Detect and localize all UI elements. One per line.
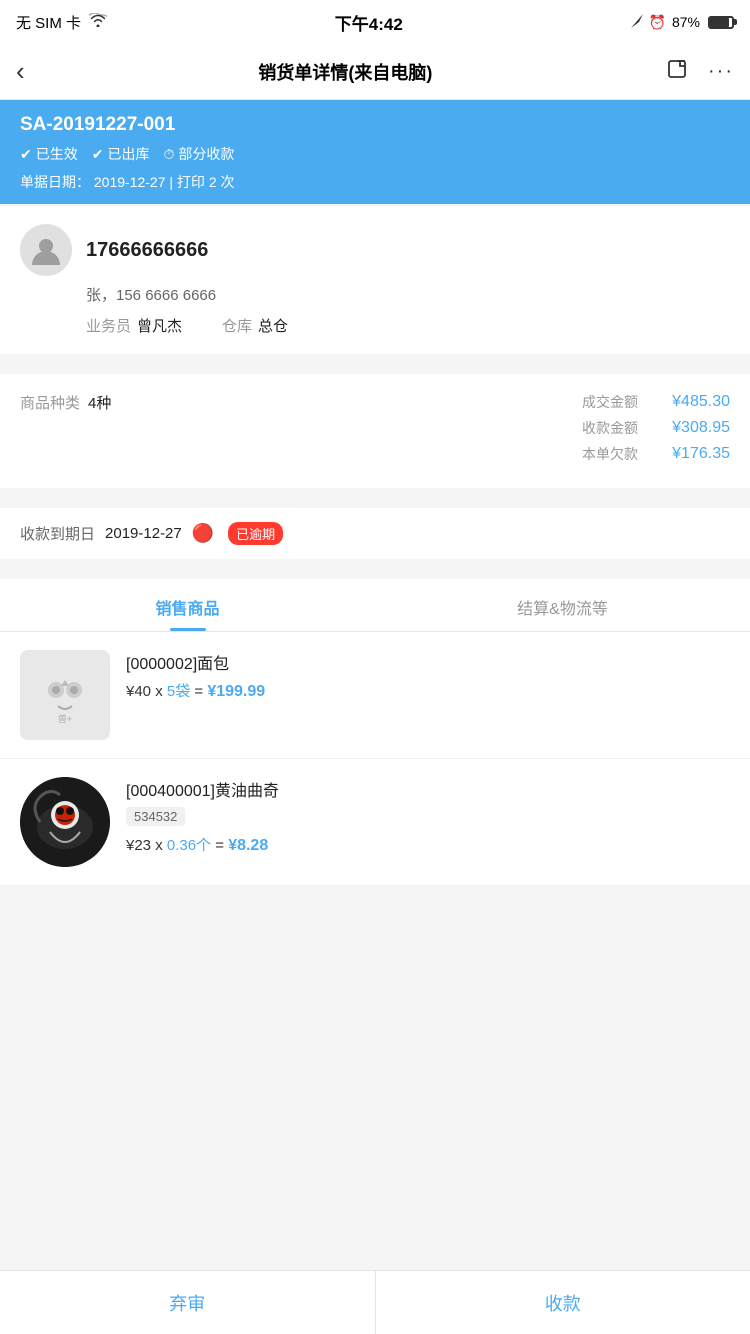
svg-text:兽+: 兽+ (58, 713, 72, 724)
status-left: 无 SIM 卡 (16, 12, 107, 33)
debt-amount-label: 本单欠款 (582, 444, 638, 464)
received-amount-row: 收款金额 ¥308.95 (582, 418, 730, 438)
order-date: 单据日期： 2019-12-27 | 打印 2 次 (20, 172, 730, 192)
product-price-2: ¥23 x 0.36个 = ¥8.28 (126, 834, 730, 855)
product-name-1: [0000002]面包 (126, 650, 730, 674)
sales-label: 业务员 (86, 315, 131, 336)
tag-active: ✔ 已生效 (20, 144, 78, 164)
nav-actions: ··· (666, 58, 734, 86)
tag-partial-label: 部分收款 (178, 144, 234, 164)
price-qty-2: 0.36个 (167, 837, 211, 854)
collect-payment-button[interactable]: 收款 (376, 1271, 750, 1334)
divider-3 (0, 559, 750, 569)
product-name-2: [000400001]黄油曲奇 (126, 777, 730, 801)
product-item: 兽+ [0000002]面包 ¥40 x 5袋 = ¥199.99 (0, 632, 750, 759)
cancel-review-button[interactable]: 弃审 (0, 1271, 376, 1334)
debt-amount-value: ¥176.35 (650, 445, 730, 463)
date-label: 单据日期： (20, 174, 90, 190)
product-info-1: [0000002]面包 ¥40 x 5袋 = ¥199.99 (126, 650, 730, 701)
order-tags: ✔ 已生效 ✔ 已出库 ⏱ 部分收款 (20, 144, 730, 164)
sales-value: 曾凡杰 (137, 315, 182, 336)
divider-2 (0, 488, 750, 498)
received-amount-value: ¥308.95 (650, 419, 730, 437)
summary-right: 成交金额 ¥485.30 收款金额 ¥308.95 本单欠款 ¥176.35 (582, 392, 730, 470)
price-total-1: ¥199.99 (207, 683, 265, 700)
customer-row: 17666666666 (20, 224, 730, 276)
tag-shipped: ✔ 已出库 (92, 144, 150, 164)
price-x-1: x (155, 683, 167, 700)
alarm-icon: ⏰ (649, 14, 666, 31)
check-icon-1: ✔ (20, 146, 32, 163)
bottom-spacer (0, 886, 750, 950)
tab-sales-products[interactable]: 销售商品 (0, 579, 375, 631)
more-button[interactable]: ··· (708, 60, 734, 83)
received-amount-label: 收款金额 (582, 418, 638, 438)
share-button[interactable] (666, 58, 688, 86)
avatar (20, 224, 72, 276)
product-type-label: 商品种类 (20, 392, 80, 413)
check-icon-2: ✔ (92, 146, 104, 163)
tabs-section: 销售商品 结算&物流等 (0, 579, 750, 632)
warehouse-meta: 仓库 总仓 (222, 315, 288, 336)
price-base-1: ¥40 (126, 683, 151, 700)
product-thumbnail-2 (20, 777, 110, 867)
status-bar: 无 SIM 卡 下午4:42 ⏰ 87% (0, 0, 750, 44)
tag-partial: ⏱ 部分收款 (163, 144, 234, 164)
tab-settlement[interactable]: 结算&物流等 (375, 579, 750, 631)
header-band: SA-20191227-001 ✔ 已生效 ✔ 已出库 ⏱ 部分收款 单据日期：… (0, 100, 750, 204)
tag-shipped-label: 已出库 (107, 144, 149, 164)
customer-section: 17666666666 张，156 6666 6666 业务员 曾凡杰 仓库 总… (0, 206, 750, 354)
deal-amount-row: 成交金额 ¥485.30 (582, 392, 730, 412)
battery-icon (708, 16, 734, 29)
bottom-bar: 弃审 收款 (0, 1270, 750, 1334)
customer-meta: 业务员 曾凡杰 仓库 总仓 (86, 315, 730, 336)
location-icon (631, 14, 643, 31)
date-value: 2019-12-27 (94, 174, 166, 190)
product-sku-2: 534532 (126, 807, 185, 826)
print-text: | 打印 2 次 (169, 174, 234, 190)
summary-left: 商品种类 4种 (20, 392, 111, 417)
customer-id: 17666666666 (86, 239, 208, 262)
deal-amount-label: 成交金额 (582, 392, 638, 412)
page-title: 销货单详情(来自电脑) (258, 59, 432, 85)
product-type-row: 商品种类 4种 (20, 392, 111, 413)
price-qty-1: 5袋 (167, 683, 190, 700)
status-right: ⏰ 87% (631, 14, 734, 31)
product-info-2: [000400001]黄油曲奇 534532 ¥23 x 0.36个 = ¥8.… (126, 777, 730, 855)
order-number: SA-20191227-001 (20, 114, 730, 136)
customer-contact: 张，156 6666 6666 (86, 284, 730, 305)
price-eq-1: = (194, 683, 207, 700)
products-section: 兽+ [0000002]面包 ¥40 x 5袋 = ¥199.99 (0, 632, 750, 886)
battery-percent: 87% (672, 14, 700, 30)
product-thumbnail-1: 兽+ (20, 650, 110, 740)
deal-amount-value: ¥485.30 (650, 393, 730, 411)
product-price-1: ¥40 x 5袋 = ¥199.99 (126, 680, 730, 701)
due-date-value: 2019-12-27 (105, 525, 182, 542)
tag-active-label: 已生效 (36, 144, 78, 164)
wifi-icon (89, 13, 107, 31)
warehouse-label: 仓库 (222, 315, 252, 336)
price-base-2: ¥23 (126, 837, 151, 854)
nav-bar: ‹ 销货单详情(来自电脑) ··· (0, 44, 750, 100)
sales-meta: 业务员 曾凡杰 (86, 315, 222, 336)
warehouse-value: 总仓 (258, 315, 288, 336)
carrier-label: 无 SIM 卡 (16, 12, 81, 33)
product-type-value: 4种 (88, 392, 111, 413)
overdue-warning-icon: 🔴 (192, 523, 214, 544)
price-total-2: ¥8.28 (228, 837, 268, 854)
divider-1 (0, 354, 750, 364)
overdue-badge: 已逾期 (228, 522, 283, 545)
due-label: 收款到期日 (20, 523, 95, 544)
product-item-2: [000400001]黄油曲奇 534532 ¥23 x 0.36个 = ¥8.… (0, 759, 750, 886)
price-x-2: x (155, 837, 167, 854)
back-button[interactable]: ‹ (16, 56, 25, 87)
due-section: 收款到期日 2019-12-27 🔴 已逾期 (0, 508, 750, 559)
summary-section: 商品种类 4种 成交金额 ¥485.30 收款金额 ¥308.95 本单欠款 ¥… (0, 374, 750, 488)
status-time: 下午4:42 (335, 10, 403, 35)
clock-icon: ⏱ (163, 146, 174, 163)
price-eq-2: = (215, 837, 228, 854)
debt-amount-row: 本单欠款 ¥176.35 (582, 444, 730, 464)
